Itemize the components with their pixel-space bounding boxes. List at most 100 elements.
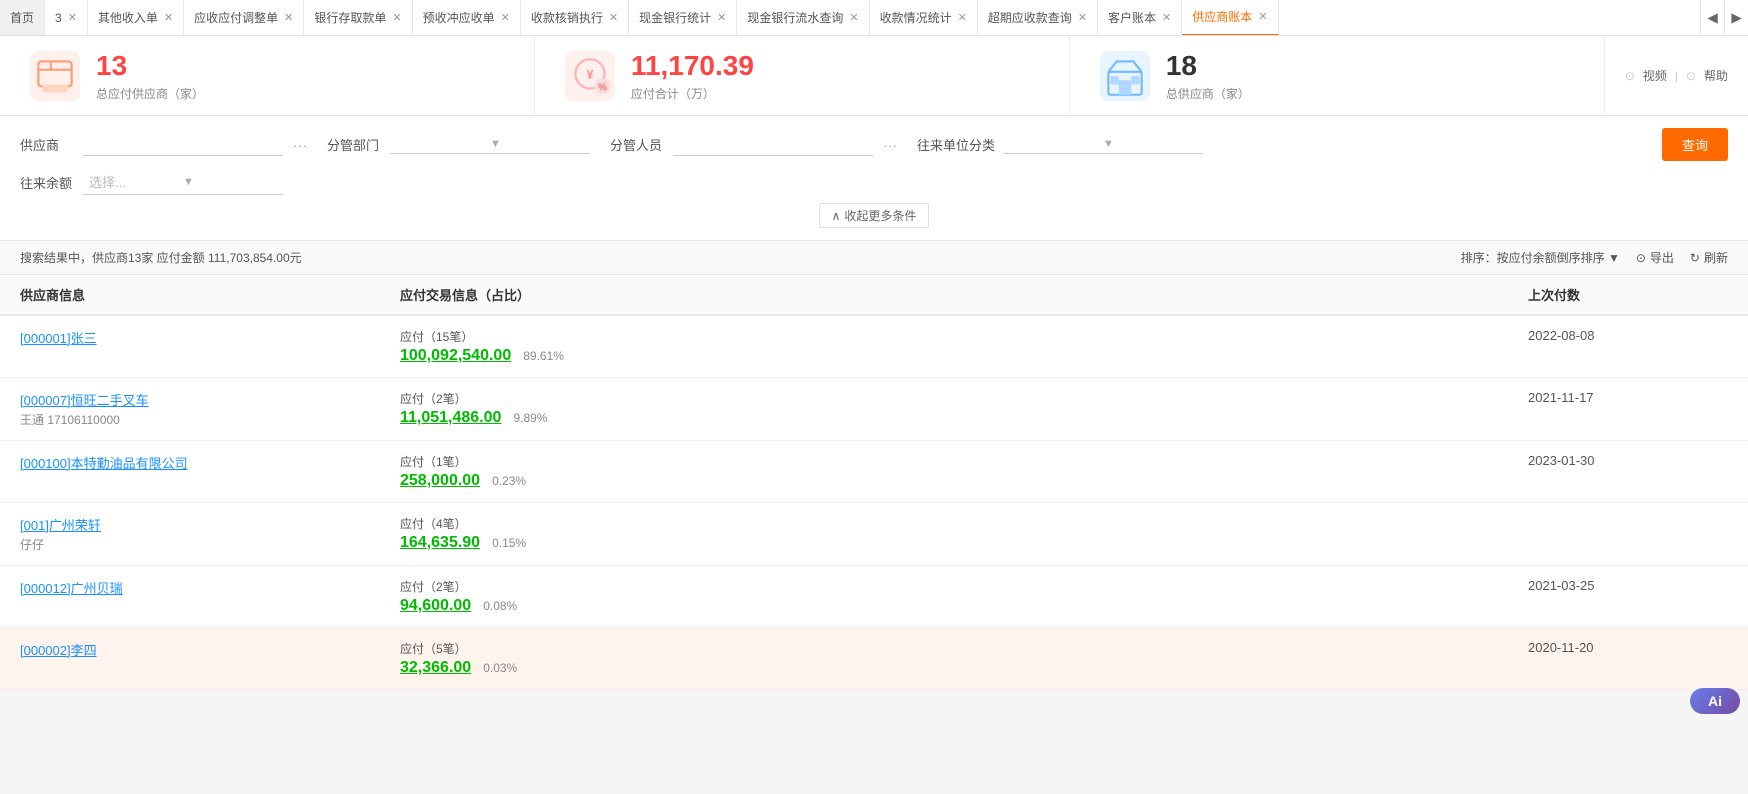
top-nav: 首页 3 ✕ 其他收入单 ✕ 应收应付调整单 ✕ 银行存取款单 ✕ 预收冲应收单…: [0, 0, 1748, 36]
tx-amount-1[interactable]: 11,051,486.00: [400, 409, 501, 427]
cell-transaction-4: 应付（2笔） 94,600.00 0.08%: [400, 578, 1528, 615]
refresh-icon: ↻: [1690, 251, 1700, 265]
total-suppliers-label: 总供应商（家）: [1166, 85, 1250, 102]
supplier-filter-label: 供应商: [20, 135, 75, 154]
close-supplierbook-icon[interactable]: ✕: [1258, 10, 1267, 23]
close-paystat-icon[interactable]: ✕: [958, 11, 967, 24]
tx-percent-5: 0.03%: [483, 661, 517, 675]
stat-card-suppliers-content: 13 总应付供应商（家）: [96, 49, 204, 102]
tx-label-3: 应付（4笔）: [400, 515, 1528, 532]
nav-prev-button[interactable]: ◀: [1700, 0, 1724, 36]
supplier-filter-dots[interactable]: ···: [293, 137, 307, 153]
cell-supplier-4: [000012]广州贝瑞: [20, 578, 400, 597]
tx-percent-0: 89.61%: [523, 349, 564, 363]
nav-next-button[interactable]: ▶: [1724, 0, 1748, 36]
tx-amount-0[interactable]: 100,092,540.00: [400, 347, 511, 365]
filter-row-1: 供应商 ··· 分管部门 ▼ 分管人员 ··· 往来单位分类 ▼ 查询: [20, 128, 1728, 161]
cell-supplier-5: [000002]李四: [20, 640, 400, 659]
sort-label: 排序：按应付余额倒序排序 ▼: [1461, 249, 1620, 266]
tx-row-0: 100,092,540.00 89.61%: [400, 347, 1528, 365]
nav-other-income[interactable]: 其他收入单 ✕: [88, 0, 184, 36]
chevron-up-icon: ∧: [832, 209, 841, 223]
nav-supplier-book[interactable]: 供应商账本 ✕: [1182, 0, 1278, 36]
close-payverify-icon[interactable]: ✕: [609, 11, 618, 24]
category-filter-select[interactable]: ▼: [1003, 135, 1203, 154]
close-other-income-icon[interactable]: ✕: [164, 11, 173, 24]
shop-icon: [1100, 51, 1150, 101]
category-chevron-down-icon: ▼: [1103, 138, 1197, 150]
nav-overdue-ar[interactable]: 超期应收款查询 ✕: [978, 0, 1098, 36]
filter-area: 供应商 ··· 分管部门 ▼ 分管人员 ··· 往来单位分类 ▼ 查询: [0, 116, 1748, 241]
tx-label-4: 应付（2笔）: [400, 578, 1528, 595]
balance-filter-label: 往来余额: [20, 173, 75, 192]
supplier-link-3[interactable]: [001]广州荣轩: [20, 515, 400, 534]
filter-row-2: 往来余额 选择... ▼: [20, 169, 1728, 195]
suppliers-count-value: 13: [96, 49, 204, 83]
tx-amount-4[interactable]: 94,600.00: [400, 597, 471, 615]
person-filter-dots[interactable]: ···: [883, 137, 897, 153]
tx-amount-2[interactable]: 258,000.00: [400, 472, 480, 490]
tx-label-0: 应付（15笔）: [400, 328, 1528, 345]
nav-customer-book[interactable]: 客户账本 ✕: [1098, 0, 1182, 36]
nav-cash-bank-stat[interactable]: 现金银行统计 ✕: [629, 0, 737, 36]
export-button[interactable]: ⊙ 导出: [1636, 249, 1674, 266]
close-ar-ap-icon[interactable]: ✕: [284, 11, 293, 24]
nav-cash-flow[interactable]: 现金银行流水查询 ✕: [737, 0, 869, 36]
tx-amount-3[interactable]: 164,635.90: [400, 534, 480, 552]
total-suppliers-value: 18: [1166, 49, 1250, 83]
nav-ar-ap-adjust[interactable]: 应收应付调整单 ✕: [184, 0, 304, 36]
close-cashflow-icon[interactable]: ✕: [849, 11, 858, 24]
supplier-link-1[interactable]: [000007]恒旺二手叉车: [20, 390, 400, 409]
close-bank-icon[interactable]: ✕: [392, 11, 401, 24]
close-prepay-icon[interactable]: ✕: [501, 11, 510, 24]
tx-percent-1: 9.89%: [513, 411, 547, 425]
refresh-button[interactable]: ↻ 刷新: [1690, 249, 1728, 266]
video-link[interactable]: 视频: [1643, 67, 1667, 84]
tx-row-4: 94,600.00 0.08%: [400, 597, 1528, 615]
supplier-link-4[interactable]: [000012]广州贝瑞: [20, 578, 400, 597]
cell-supplier-2: [000100]本特勤油品有限公司: [20, 453, 400, 472]
supplier-link-0[interactable]: [000001]张三: [20, 328, 400, 347]
cell-lastpay-5: 2020-11-20: [1528, 640, 1728, 655]
supplier-link-5[interactable]: [000002]李四: [20, 640, 400, 659]
sort-chevron-down-icon[interactable]: ▼: [1608, 251, 1620, 265]
nav-home[interactable]: 首页: [0, 0, 45, 36]
table-row: [001]广州荣轩 仔仔 应付（4笔） 164,635.90 0.15%: [0, 503, 1748, 566]
close-tab3-icon[interactable]: ✕: [68, 11, 77, 24]
tx-row-2: 258,000.00 0.23%: [400, 472, 1528, 490]
tx-percent-3: 0.15%: [492, 536, 526, 550]
stat-card-payable: ¥ % 11,170.39 应付合计（万）: [535, 36, 1070, 115]
close-cashstat-icon[interactable]: ✕: [717, 11, 726, 24]
nav-payment-stat[interactable]: 收款情况统计 ✕: [870, 0, 978, 36]
tx-label-1: 应付（2笔）: [400, 390, 1528, 407]
ai-badge[interactable]: Ai: [1690, 688, 1740, 714]
tx-amount-5[interactable]: 32,366.00: [400, 659, 471, 677]
balance-chevron-down-icon: ▼: [183, 176, 277, 188]
supplier-filter-input[interactable]: [83, 134, 283, 156]
cell-supplier-3: [001]广州荣轩 仔仔: [20, 515, 400, 553]
dept-filter-select[interactable]: ▼: [390, 135, 590, 154]
cell-lastpay-2: 2023-01-30: [1528, 453, 1728, 468]
cell-transaction-3: 应付（4笔） 164,635.90 0.15%: [400, 515, 1528, 552]
help-link[interactable]: 帮助: [1704, 67, 1728, 84]
collapse-button[interactable]: ∧ 收起更多条件: [819, 203, 930, 228]
supplier-icon: [30, 51, 80, 101]
nav-payment-verify[interactable]: 收款核销执行 ✕: [521, 0, 629, 36]
divider: |: [1675, 69, 1678, 83]
supplier-link-2[interactable]: [000100]本特勤油品有限公司: [20, 453, 400, 472]
balance-filter-select[interactable]: 选择... ▼: [83, 169, 283, 195]
balance-select-value: 选择...: [89, 172, 183, 191]
nav-prepay-offset[interactable]: 预收冲应收单 ✕: [413, 0, 521, 36]
stat-card-payable-content: 11,170.39 应付合计（万）: [631, 49, 754, 102]
close-custbook-icon[interactable]: ✕: [1162, 11, 1171, 24]
search-button[interactable]: 查询: [1662, 128, 1728, 161]
nav-bank-deposit[interactable]: 银行存取款单 ✕: [304, 0, 412, 36]
nav-tab3[interactable]: 3 ✕: [45, 0, 88, 36]
circle-icon: ⊙: [1625, 69, 1635, 83]
tx-row-5: 32,366.00 0.03%: [400, 659, 1528, 677]
th-supplier: 供应商信息: [20, 285, 400, 304]
tx-row-1: 11,051,486.00 9.89%: [400, 409, 1528, 427]
person-filter-input[interactable]: [673, 134, 873, 156]
help-circle-icon: ⊙: [1686, 69, 1696, 83]
close-overdue-icon[interactable]: ✕: [1078, 11, 1087, 24]
